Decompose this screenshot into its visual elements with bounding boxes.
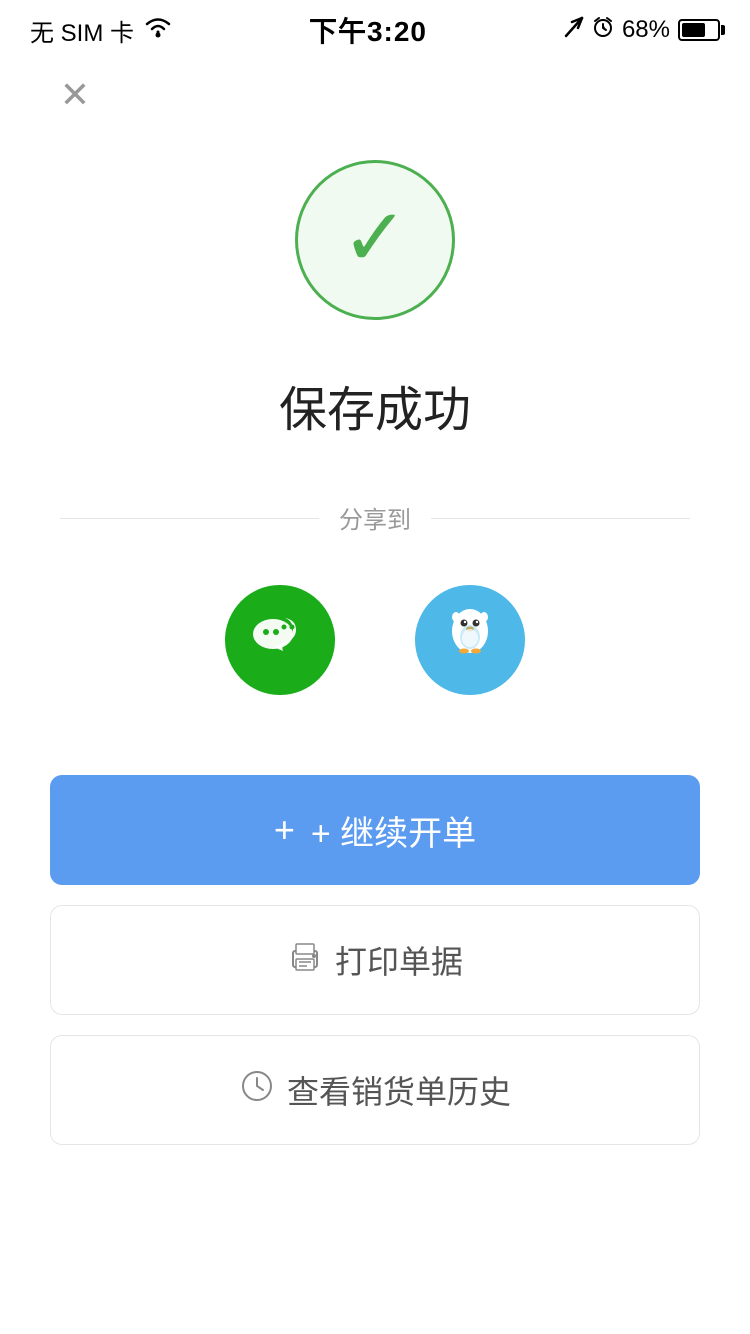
printer-icon [287,939,323,981]
no-sim-text: 无 SIM 卡 [30,13,134,48]
wechat-share-button[interactable] [225,585,335,695]
qq-share-button[interactable] [415,585,525,695]
battery-percent: 68% [622,16,670,44]
status-right: 68% [564,16,720,45]
wechat-icon [248,606,313,674]
print-button[interactable]: 打印单据 [50,905,700,1015]
share-label: 分享到 [319,500,431,535]
view-history-button[interactable]: 查看销货单历史 [50,1035,700,1145]
status-time: 下午3:20 [309,10,427,50]
history-label: 查看销货单历史 [287,1067,511,1113]
status-left: 无 SIM 卡 [30,13,172,48]
close-button[interactable]: ✕ [50,70,100,120]
share-section: 分享到 [0,500,750,535]
alarm-icon [592,16,614,45]
print-label: 打印单据 [335,937,463,983]
checkmark-icon: ✓ [341,198,408,278]
success-title: 保存成功 [279,370,471,440]
continue-order-button[interactable]: + + 继续开单 [50,775,700,885]
plus-icon: + [274,809,295,851]
wifi-icon [144,16,172,45]
battery-icon [678,19,720,41]
main-content: ✓ 保存成功 分享到 [0,60,750,1145]
history-icon [239,1068,275,1112]
success-circle: ✓ [295,160,455,320]
continue-order-label: + 继续开单 [311,806,476,855]
share-icons-row [225,585,525,695]
location-icon [564,16,584,45]
status-bar: 无 SIM 卡 下午3:20 68 [0,0,750,60]
close-x-icon: ✕ [60,77,90,113]
buttons-section: + + 继续开单 打印单据 [0,775,750,1145]
qq-icon [440,601,500,679]
